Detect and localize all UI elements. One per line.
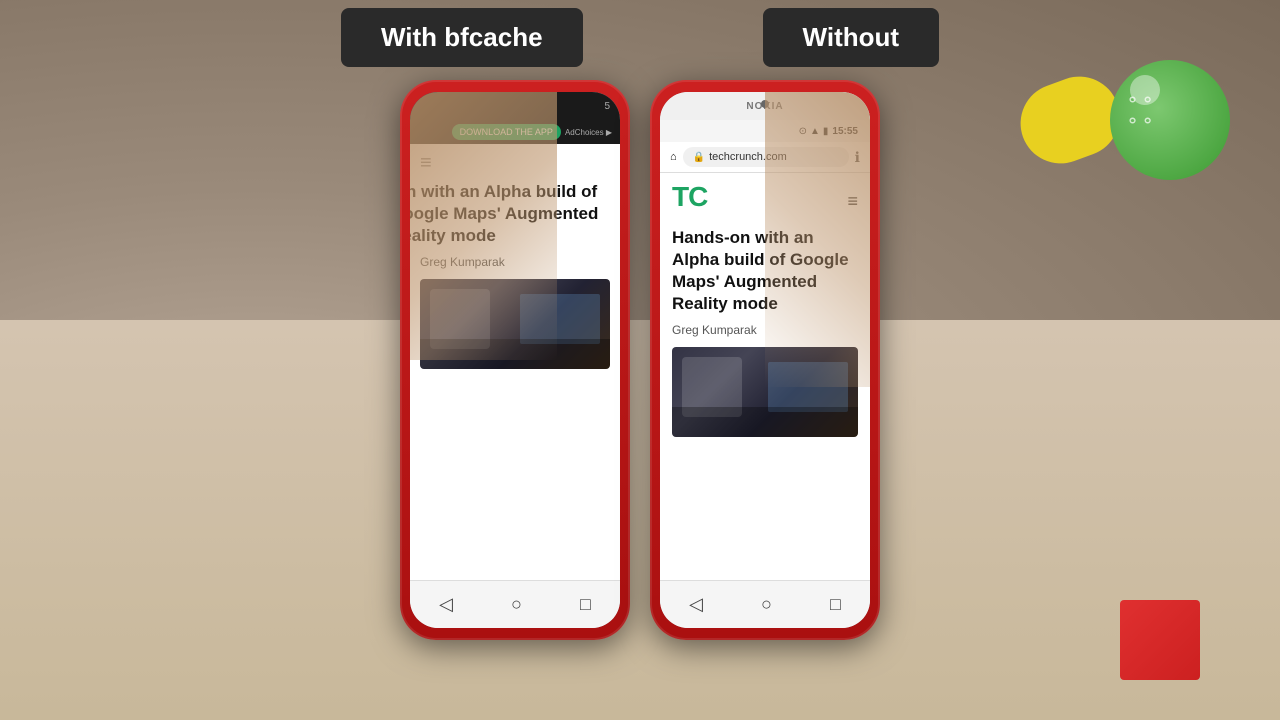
- tc-logo-text: TC: [672, 181, 707, 212]
- left-home-button[interactable]: ○: [511, 594, 522, 615]
- hand-overlay-left: [410, 92, 557, 360]
- phone-right-inner: NOKIA ⊙ ▲ ▮ 15:55 ⌂ 🔒 techcrun: [660, 92, 870, 628]
- ad-choices: AdChoices ▶: [565, 128, 612, 137]
- lock-icon: 🔒: [693, 152, 705, 163]
- right-nav-bar: ◁ ○ □: [660, 580, 870, 628]
- phone-right: NOKIA ⊙ ▲ ▮ 15:55 ⌂ 🔒 techcrun: [650, 80, 880, 640]
- hand-overlay-right: [765, 92, 870, 387]
- without-label: Without: [763, 8, 940, 67]
- with-bfcache-label: With bfcache: [341, 8, 583, 67]
- right-back-button[interactable]: ◁: [689, 594, 703, 615]
- colored-blocks: [1120, 600, 1200, 680]
- tc-logo: TC: [672, 181, 707, 213]
- green-cup: [1110, 60, 1230, 180]
- right-recents-button[interactable]: □: [830, 594, 841, 615]
- home-nav-icon[interactable]: ⌂: [670, 151, 677, 163]
- left-recents-button[interactable]: □: [580, 594, 591, 615]
- right-home-button[interactable]: ○: [761, 594, 772, 615]
- phone-left: 5 DOWNLOAD THE APP AdChoices ▶ ≡ -on wit…: [400, 80, 630, 640]
- left-back-button[interactable]: ◁: [439, 594, 453, 615]
- label-container: With bfcache Without: [0, 0, 1280, 67]
- phones-container: 5 DOWNLOAD THE APP AdChoices ▶ ≡ -on wit…: [400, 80, 880, 640]
- phone-left-inner: 5 DOWNLOAD THE APP AdChoices ▶ ≡ -on wit…: [410, 92, 620, 628]
- left-nav-bar: ◁ ○ □: [410, 580, 620, 628]
